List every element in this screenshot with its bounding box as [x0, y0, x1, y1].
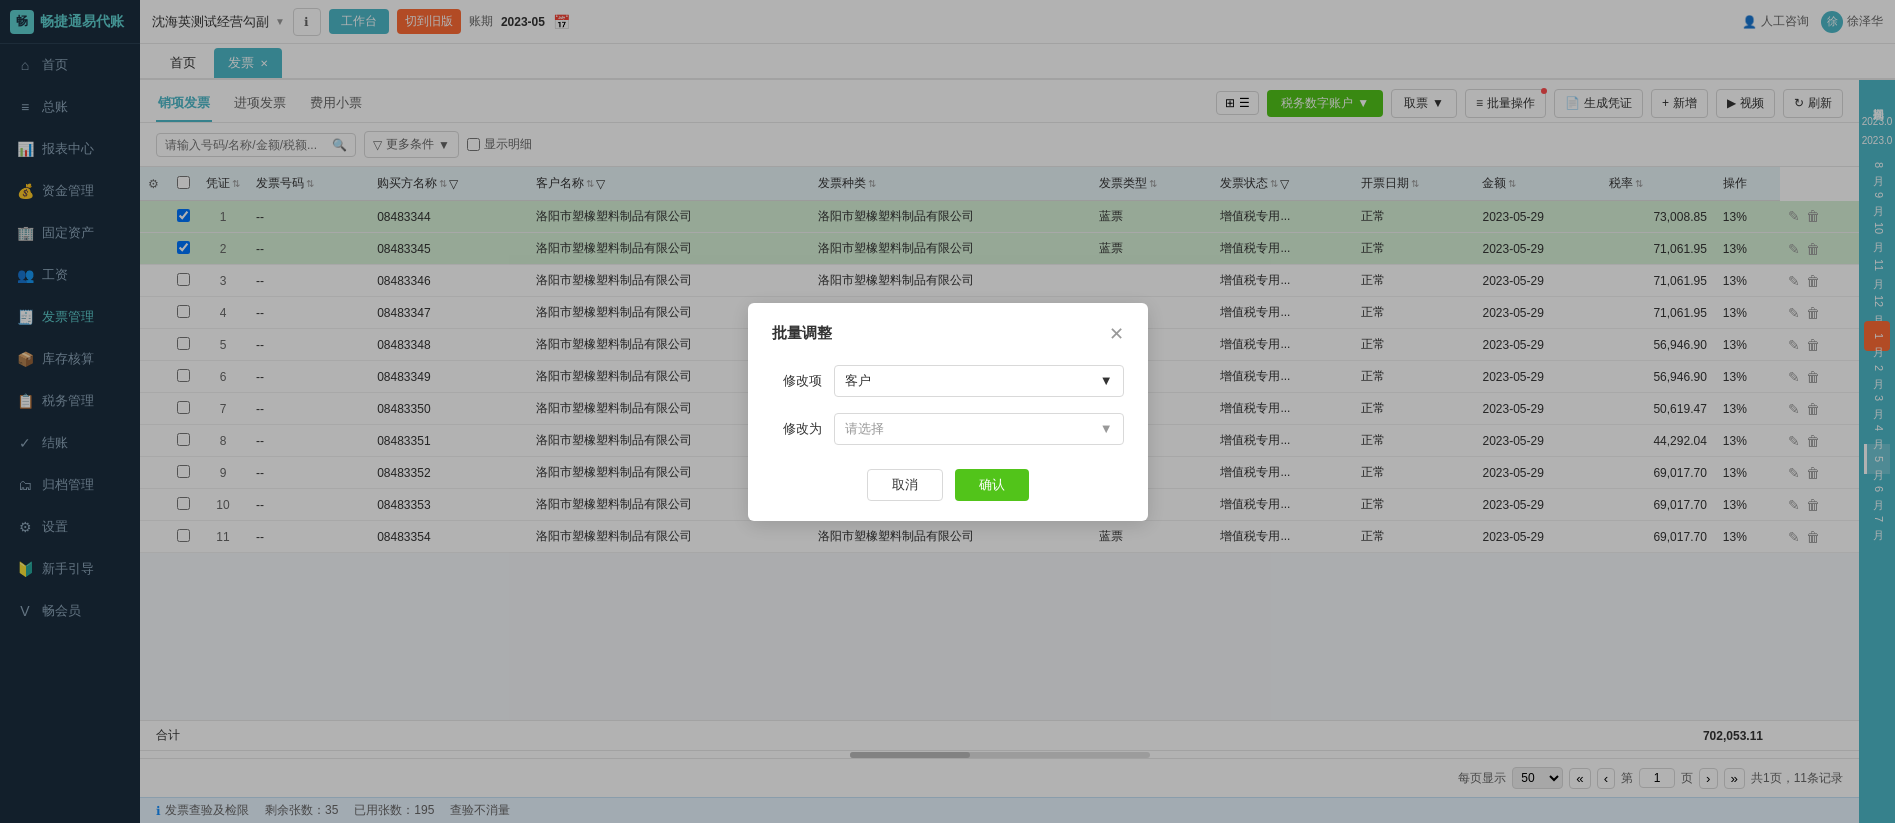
modal-cancel-btn[interactable]: 取消: [867, 469, 943, 501]
field-select[interactable]: 客户 ▼: [834, 365, 1124, 397]
value-select[interactable]: 请选择 ▼: [834, 413, 1124, 445]
field-label: 修改项: [772, 372, 822, 390]
modal-header: 批量调整 ✕: [772, 323, 1124, 345]
modal-overlay: 批量调整 ✕ 修改项 客户 ▼ 修改为 请选择 ▼ 取消 确认: [0, 0, 1895, 823]
modal-footer: 取消 确认: [772, 469, 1124, 501]
modal-value-row: 修改为 请选择 ▼: [772, 413, 1124, 445]
value-select-placeholder: 请选择: [845, 420, 884, 438]
field-select-value: 客户: [845, 372, 871, 390]
value-select-arrow: ▼: [1100, 421, 1113, 436]
field-select-arrow: ▼: [1100, 373, 1113, 388]
value-label: 修改为: [772, 420, 822, 438]
modal-title: 批量调整: [772, 324, 832, 343]
batch-adjust-modal: 批量调整 ✕ 修改项 客户 ▼ 修改为 请选择 ▼ 取消 确认: [748, 303, 1148, 521]
modal-confirm-btn[interactable]: 确认: [955, 469, 1029, 501]
modal-field-row: 修改项 客户 ▼: [772, 365, 1124, 397]
modal-close-btn[interactable]: ✕: [1109, 323, 1124, 345]
